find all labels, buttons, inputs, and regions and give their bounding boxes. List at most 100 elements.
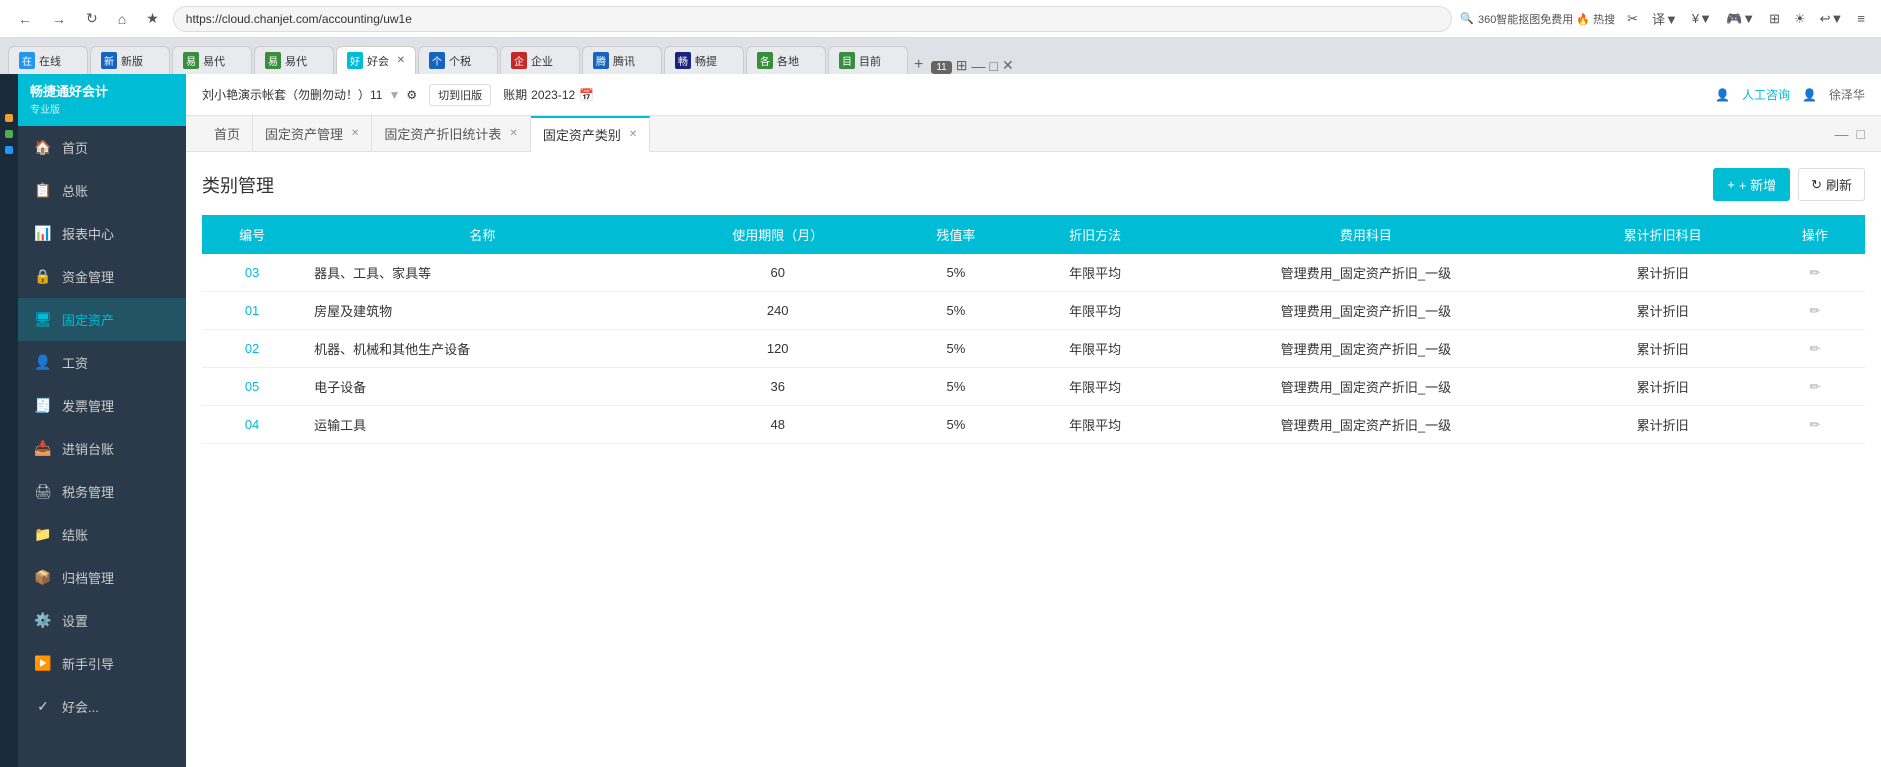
- page-title: 类别管理: [202, 172, 274, 198]
- invoice-icon: 🧾: [34, 397, 52, 414]
- page-tab-fixed-cat[interactable]: 固定资产类别 ✕: [531, 116, 650, 152]
- browser-tab-qiye[interactable]: 企 企业: [500, 46, 580, 74]
- page-tab-fixed-cat-close[interactable]: ✕: [629, 129, 637, 140]
- edit-icon-1[interactable]: ✏: [1809, 303, 1820, 318]
- tab-icon-gedi: 各: [757, 52, 773, 69]
- edit-icon-3[interactable]: ✏: [1809, 379, 1820, 394]
- sidebar-label-ledger: 总账: [62, 181, 88, 200]
- cell-period-1: 240: [663, 292, 893, 330]
- sidebar-item-wage[interactable]: 👤 工资: [18, 341, 186, 384]
- home-button[interactable]: ⌂: [112, 9, 132, 29]
- browser-tab-gedi[interactable]: 各 各地: [746, 46, 826, 74]
- page-tab-fixed-depr-label: 固定资产折旧统计表: [384, 124, 501, 143]
- sidebar-item-archive[interactable]: 📦 归档管理: [18, 556, 186, 599]
- refresh-button[interactable]: ↻: [80, 8, 104, 29]
- tab-list-icon[interactable]: ⊞: [956, 57, 968, 74]
- sidebar-item-invoice[interactable]: 🧾 发票管理: [18, 384, 186, 427]
- cell-accum-0: 累计折旧: [1561, 254, 1765, 292]
- cell-action-4[interactable]: ✏: [1765, 406, 1865, 444]
- edge-dot-3[interactable]: [5, 146, 13, 154]
- sidebar-item-inout[interactable]: 📥 进销台账: [18, 427, 186, 470]
- browser-tab-haohuiji[interactable]: 好 好会 ✕: [336, 46, 416, 74]
- cell-period-2: 120: [663, 330, 893, 368]
- sidebar-item-checkout[interactable]: 📁 结账: [18, 513, 186, 556]
- forward-button[interactable]: →: [46, 9, 72, 29]
- cell-code-3[interactable]: 05: [202, 368, 302, 406]
- browser-tab-geshuii[interactable]: 个 个税: [418, 46, 498, 74]
- cell-expense-1: 管理费用_固定资产折旧_一级: [1171, 292, 1560, 330]
- sidebar-item-ledger[interactable]: 📋 总账: [18, 169, 186, 212]
- browser-tab-muqian[interactable]: 目 目前: [828, 46, 908, 74]
- browser-tab-yidai2[interactable]: 易 易代: [254, 46, 334, 74]
- tab-label-geshui: 个税: [449, 53, 471, 69]
- page-tab-fixed-mgmt-close[interactable]: ✕: [351, 128, 359, 139]
- browser-chrome: 在 在线 新 新版 易 易代 易 易代 好 好会 ✕ 个 个税 企 企业 腾: [0, 38, 1881, 74]
- window-maximize-button[interactable]: □: [1857, 126, 1865, 142]
- browser-tab-yidai1[interactable]: 易 易代: [172, 46, 252, 74]
- game-icon[interactable]: 🎮▼: [1722, 9, 1759, 29]
- sidebar-label-archive: 归档管理: [62, 568, 114, 587]
- page-tab-fixed-depr-close[interactable]: ✕: [509, 128, 517, 139]
- cell-code-2[interactable]: 02: [202, 330, 302, 368]
- cell-method-4: 年限平均: [1019, 406, 1171, 444]
- translate-icon[interactable]: 译▼: [1648, 7, 1682, 30]
- grid-icon[interactable]: ⊞: [1765, 9, 1784, 29]
- add-category-button[interactable]: + + 新增: [1713, 168, 1790, 201]
- sidebar-item-guide[interactable]: ▶️ 新手引导: [18, 642, 186, 685]
- cell-action-2[interactable]: ✏: [1765, 330, 1865, 368]
- cell-period-4: 48: [663, 406, 893, 444]
- refresh-button[interactable]: ↻ 刷新: [1798, 168, 1865, 201]
- cell-action-3[interactable]: ✏: [1765, 368, 1865, 406]
- sidebar-item-tax[interactable]: 🖨 税务管理: [18, 470, 186, 513]
- add-tab-button[interactable]: +: [910, 56, 927, 74]
- undo-icon[interactable]: ↩▼: [1816, 9, 1848, 29]
- cell-method-3: 年限平均: [1019, 368, 1171, 406]
- page-tab-fixed-depr[interactable]: 固定资产折旧统计表 ✕: [372, 116, 530, 152]
- minimize-icon[interactable]: —: [971, 58, 985, 74]
- currency-icon[interactable]: ¥▼: [1688, 9, 1716, 28]
- cell-action-1[interactable]: ✏: [1765, 292, 1865, 330]
- consultant-label[interactable]: 人工咨询: [1742, 86, 1790, 103]
- cell-residual-2: 5%: [893, 330, 1019, 368]
- sidebar-item-home[interactable]: 🏠 首页: [18, 126, 186, 169]
- cell-accum-1: 累计折旧: [1561, 292, 1765, 330]
- edit-icon-4[interactable]: ✏: [1809, 417, 1820, 432]
- bookmark-button[interactable]: ★: [140, 8, 165, 29]
- scissors-icon[interactable]: ✂: [1623, 9, 1642, 29]
- switch-version-button[interactable]: 切到旧版: [429, 84, 491, 106]
- page-tab-home[interactable]: 首页: [202, 116, 253, 152]
- brightness-icon[interactable]: ☀: [1790, 9, 1810, 29]
- tab-icon-new: 新: [101, 52, 117, 69]
- sidebar-item-fund[interactable]: 🔒 资金管理: [18, 255, 186, 298]
- edge-dot-2[interactable]: [5, 130, 13, 138]
- calendar-icon: 📅: [579, 88, 594, 102]
- cell-action-0[interactable]: ✏: [1765, 254, 1865, 292]
- browser-tab-changtai[interactable]: 畅 畅提: [664, 46, 744, 74]
- search-bar: 🔍 360智能抠图免费用 🔥 热搜: [1460, 11, 1615, 27]
- cell-code-1[interactable]: 01: [202, 292, 302, 330]
- table-row: 02 机器、机械和其他生产设备 120 5% 年限平均 管理费用_固定资产折旧_…: [202, 330, 1865, 368]
- back-button[interactable]: ←: [12, 9, 38, 29]
- sidebar-item-fixed[interactable]: 🖥 固定资产: [18, 298, 186, 341]
- sidebar-item-settings[interactable]: ⚙️ 设置: [18, 599, 186, 642]
- address-input[interactable]: [173, 6, 1452, 32]
- window-minimize-button[interactable]: —: [1835, 126, 1849, 142]
- cell-code-0[interactable]: 03: [202, 254, 302, 292]
- browser-tab-new[interactable]: 新 新版: [90, 46, 170, 74]
- sidebar-item-more[interactable]: ✓ 好会...: [18, 685, 186, 728]
- maximize-icon[interactable]: □: [989, 58, 997, 74]
- edit-icon-0[interactable]: ✏: [1809, 265, 1820, 280]
- more-icon: ✓: [34, 698, 52, 715]
- page-content: 类别管理 + + 新增 ↻ 刷新 编号 名称: [186, 152, 1881, 767]
- cell-code-4[interactable]: 04: [202, 406, 302, 444]
- sidebar-item-report[interactable]: 📊 报表中心: [18, 212, 186, 255]
- browser-tab-tengxun[interactable]: 腾 腾讯: [582, 46, 662, 74]
- edge-dot-1[interactable]: [5, 114, 13, 122]
- wage-icon: 👤: [34, 354, 52, 371]
- tab-close-haohuiji[interactable]: ✕: [397, 55, 405, 66]
- window-close-icon[interactable]: ✕: [1002, 57, 1014, 74]
- menu-icon[interactable]: ≡: [1853, 9, 1869, 28]
- page-tab-fixed-mgmt[interactable]: 固定资产管理 ✕: [253, 116, 372, 152]
- browser-tab-online[interactable]: 在 在线: [8, 46, 88, 74]
- edit-icon-2[interactable]: ✏: [1809, 341, 1820, 356]
